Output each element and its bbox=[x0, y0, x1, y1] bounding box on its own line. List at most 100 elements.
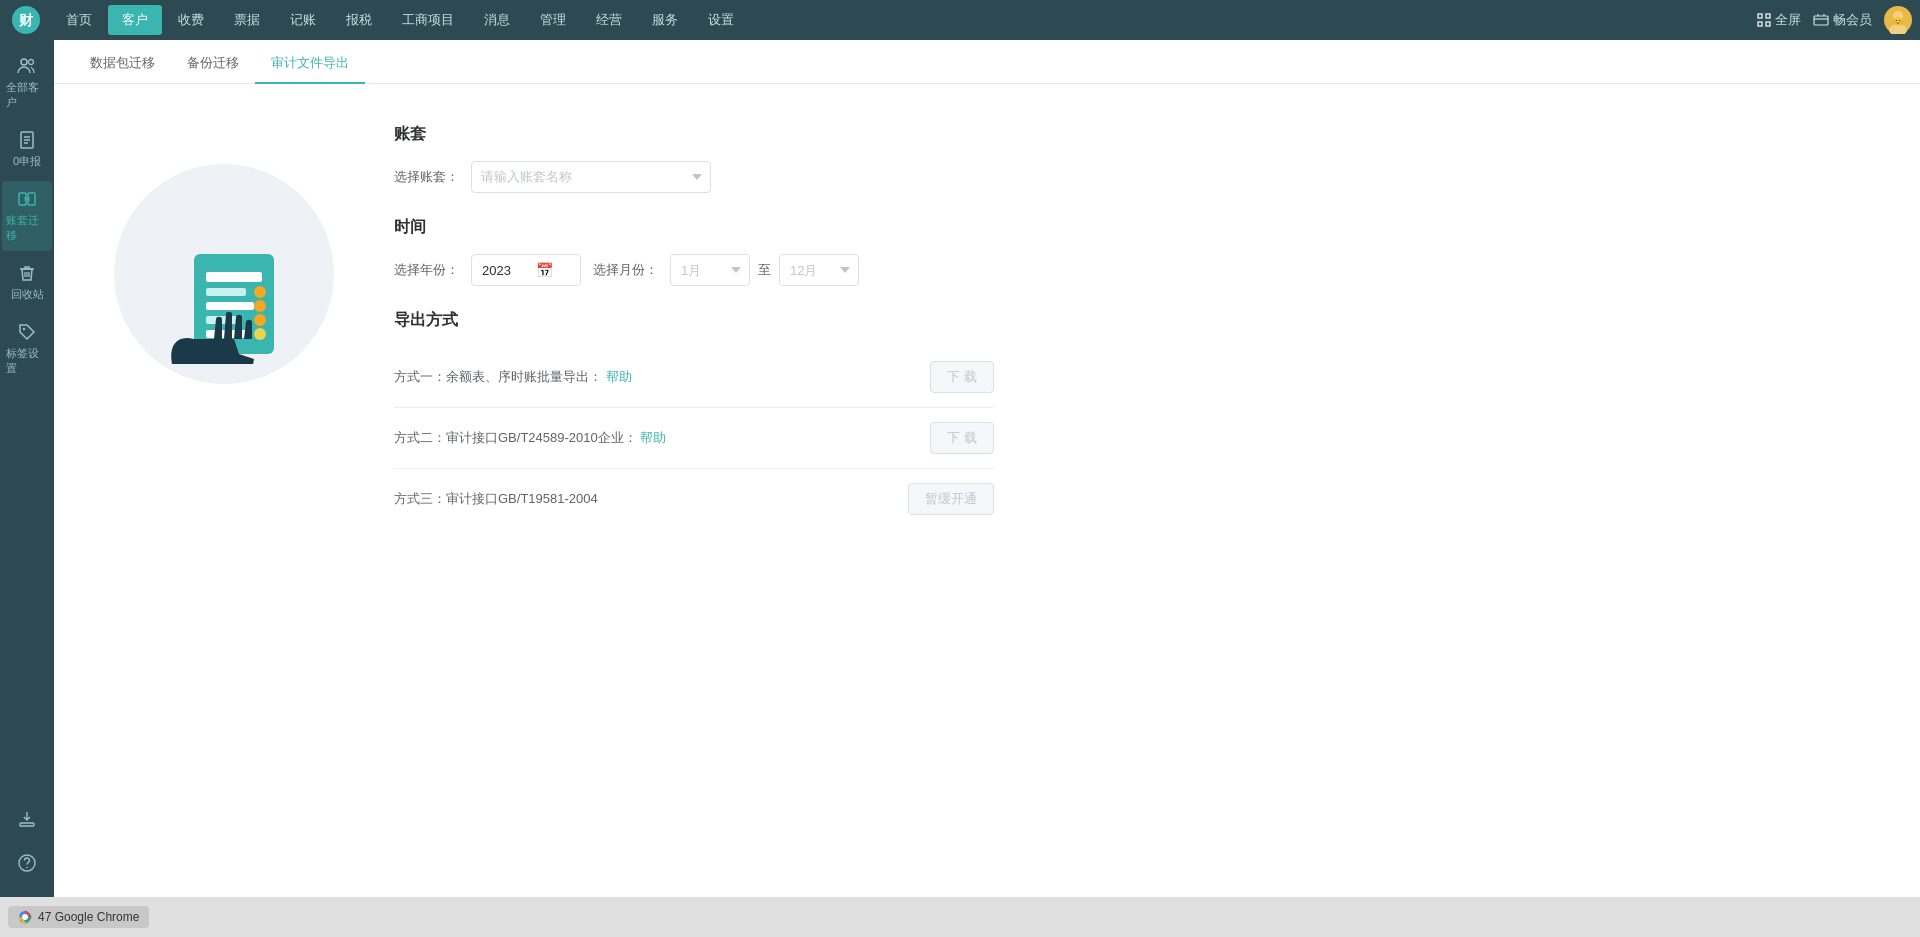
svg-point-31 bbox=[22, 914, 28, 920]
page-content: 账套 选择账套： 请输入账套名称 时间 选择年份： bbox=[54, 84, 1920, 897]
avatar-icon: 😊 bbox=[1884, 6, 1912, 34]
app-logo: 财 bbox=[8, 2, 44, 38]
time-separator: 至 bbox=[758, 261, 771, 279]
svg-rect-4 bbox=[1758, 22, 1762, 26]
taskbar: 47 Google Chrome bbox=[0, 897, 1920, 937]
illustration-svg bbox=[144, 184, 304, 364]
svg-rect-5 bbox=[1766, 22, 1770, 26]
time-section-title: 时间 bbox=[394, 217, 994, 238]
svg-point-19 bbox=[26, 867, 28, 869]
method2-help-link[interactable]: 帮助 bbox=[640, 430, 666, 445]
svg-point-26 bbox=[254, 286, 266, 298]
sidebar-download-icon[interactable] bbox=[2, 801, 52, 837]
tab-data-migration[interactable]: 数据包迁移 bbox=[74, 44, 171, 84]
svg-rect-17 bbox=[20, 823, 34, 826]
account-label: 选择账套： bbox=[394, 168, 459, 186]
method1-label: 方式一：余额表、序时账批量导出： bbox=[394, 369, 602, 384]
sidebar-item-label: 标签设置 bbox=[6, 346, 48, 376]
nav-message[interactable]: 消息 bbox=[470, 5, 524, 35]
year-select-wrapper: 📅 bbox=[471, 254, 581, 286]
fullscreen-label: 全屏 bbox=[1775, 11, 1801, 29]
tab-audit-export[interactable]: 审计文件导出 bbox=[255, 44, 365, 84]
top-nav: 财 首页 客户 收费 票据 记账 报税 工商项目 消息 管理 经营 服务 设置 … bbox=[0, 0, 1920, 40]
nav-operation[interactable]: 经营 bbox=[582, 5, 636, 35]
method1-help-link[interactable]: 帮助 bbox=[606, 369, 632, 384]
method1-text: 方式一：余额表、序时账批量导出： 帮助 bbox=[394, 368, 632, 386]
nav-customer[interactable]: 客户 bbox=[108, 5, 162, 35]
sidebar-help-icon[interactable] bbox=[2, 845, 52, 881]
svg-rect-15 bbox=[28, 193, 35, 205]
month-end-select[interactable]: 1月 2月 3月 4月 5月 6月 7月 8月 9月 10月 11月 12月 bbox=[779, 254, 859, 286]
help-icon bbox=[17, 853, 37, 873]
nav-manage[interactable]: 管理 bbox=[526, 5, 580, 35]
vip-icon bbox=[1813, 13, 1829, 27]
tab-backup-migration[interactable]: 备份迁移 bbox=[171, 44, 255, 84]
year-input[interactable] bbox=[471, 254, 581, 286]
nav-invoice[interactable]: 票据 bbox=[220, 5, 274, 35]
download-icon bbox=[17, 809, 37, 829]
file-icon bbox=[17, 130, 37, 150]
nav-service[interactable]: 服务 bbox=[638, 5, 692, 35]
sidebar-item-tag-settings[interactable]: 标签设置 bbox=[2, 314, 52, 384]
form-area: 账套 选择账套： 请输入账套名称 时间 选择年份： bbox=[394, 124, 994, 857]
sidebar-item-migration[interactable]: 账套迁移 bbox=[2, 181, 52, 251]
year-label: 选择年份： bbox=[394, 261, 459, 279]
sidebar-item-declaration[interactable]: 0申报 bbox=[2, 122, 52, 177]
svg-rect-21 bbox=[206, 272, 262, 282]
export-section-title: 导出方式 bbox=[394, 310, 994, 331]
export-method-3: 方式三：审计接口GB/T19581-2004 暂缓开通 bbox=[394, 469, 994, 529]
svg-rect-3 bbox=[1766, 14, 1770, 18]
content-area: 数据包迁移 备份迁移 审计文件导出 bbox=[54, 40, 1920, 897]
account-select[interactable] bbox=[471, 161, 711, 193]
sidebar-item-label: 0申报 bbox=[13, 154, 41, 169]
nav-accounting[interactable]: 记账 bbox=[276, 5, 330, 35]
illustration-circle bbox=[114, 164, 334, 384]
nav-billing[interactable]: 收费 bbox=[164, 5, 218, 35]
svg-rect-23 bbox=[206, 302, 254, 310]
left-sidebar: 全部客户 0申报 账套迁移 回收站 bbox=[0, 40, 54, 897]
export-method-2: 方式二：审计接口GB/T24589-2010企业： 帮助 下 载 bbox=[394, 408, 994, 469]
users-icon bbox=[17, 56, 37, 76]
nav-home[interactable]: 首页 bbox=[52, 5, 106, 35]
avatar-button[interactable]: 😊 bbox=[1884, 6, 1912, 34]
taskbar-item-label: 47 Google Chrome bbox=[38, 910, 139, 924]
tag-icon bbox=[17, 322, 37, 342]
fullscreen-icon bbox=[1757, 13, 1771, 27]
method3-label: 方式三：审计接口GB/T19581-2004 bbox=[394, 491, 598, 506]
sidebar-item-recycle[interactable]: 回收站 bbox=[2, 255, 52, 310]
method2-label: 方式二：审计接口GB/T24589-2010企业： bbox=[394, 430, 637, 445]
time-form-row: 选择年份： 📅 选择月份： 1月 2月 3月 4月 5月 6月 bbox=[394, 254, 994, 286]
sidebar-item-label: 账套迁移 bbox=[6, 213, 48, 243]
method2-download-button[interactable]: 下 载 bbox=[930, 422, 994, 454]
account-form-row: 选择账套： 请输入账套名称 bbox=[394, 161, 994, 193]
month-range-row: 1月 2月 3月 4月 5月 6月 7月 8月 9月 10月 11月 12月 bbox=[670, 254, 859, 286]
month-start-select[interactable]: 1月 2月 3月 4月 5月 6月 7月 8月 9月 10月 11月 12月 bbox=[670, 254, 750, 286]
vip-label: 畅会员 bbox=[1833, 11, 1872, 29]
svg-point-16 bbox=[23, 328, 25, 330]
nav-tax[interactable]: 报税 bbox=[332, 5, 386, 35]
sidebar-item-all-customers[interactable]: 全部客户 bbox=[2, 48, 52, 118]
nav-items: 首页 客户 收费 票据 记账 报税 工商项目 消息 管理 经营 服务 设置 bbox=[52, 5, 1757, 35]
method3-text: 方式三：审计接口GB/T19581-2004 bbox=[394, 490, 598, 508]
method1-download-button[interactable]: 下 载 bbox=[930, 361, 994, 393]
sidebar-item-label: 回收站 bbox=[11, 287, 44, 302]
method3-trial-button[interactable]: 暂缓开通 bbox=[908, 483, 994, 515]
migrate-icon bbox=[17, 189, 37, 209]
export-method-1: 方式一：余额表、序时账批量导出： 帮助 下 载 bbox=[394, 347, 994, 408]
svg-point-27 bbox=[254, 300, 266, 312]
svg-point-12 bbox=[29, 60, 34, 65]
account-section-title: 账套 bbox=[394, 124, 994, 145]
month-label: 选择月份： bbox=[593, 261, 658, 279]
svg-rect-2 bbox=[1758, 14, 1762, 18]
method2-text: 方式二：审计接口GB/T24589-2010企业： 帮助 bbox=[394, 429, 666, 447]
nav-business[interactable]: 工商项目 bbox=[388, 5, 468, 35]
trash-icon bbox=[17, 263, 37, 283]
svg-text:财: 财 bbox=[18, 12, 34, 28]
illustration-area bbox=[114, 124, 334, 857]
svg-text:😊: 😊 bbox=[1893, 16, 1903, 26]
main-layout: 全部客户 0申报 账套迁移 回收站 bbox=[0, 40, 1920, 897]
vip-button[interactable]: 畅会员 bbox=[1813, 11, 1872, 29]
taskbar-chrome-item[interactable]: 47 Google Chrome bbox=[8, 906, 149, 928]
nav-settings[interactable]: 设置 bbox=[694, 5, 748, 35]
fullscreen-button[interactable]: 全屏 bbox=[1757, 11, 1801, 29]
